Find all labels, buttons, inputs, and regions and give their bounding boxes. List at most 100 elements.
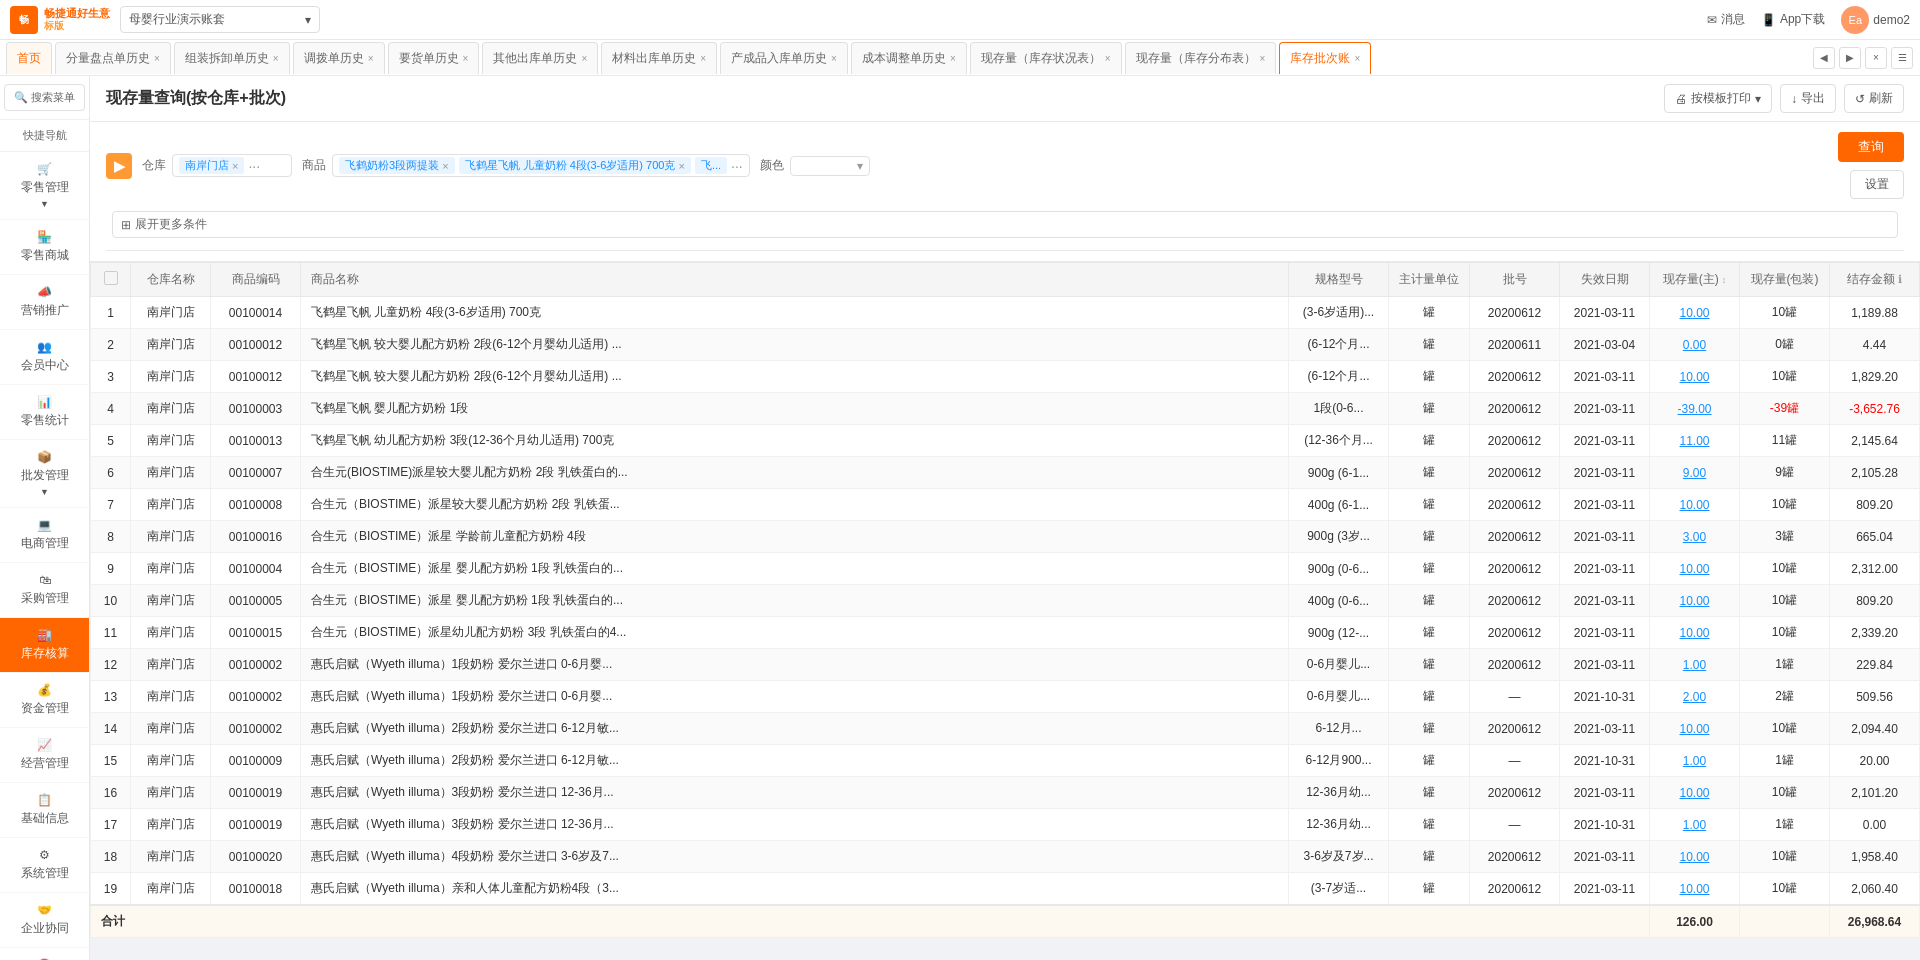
close-icon[interactable]: × xyxy=(831,53,837,64)
close-icon[interactable]: × xyxy=(1354,53,1360,64)
sidebar-item-sys-mgmt[interactable]: ⚙ 系统管理 xyxy=(0,838,89,893)
tab-home[interactable]: 首页 xyxy=(6,42,52,74)
sidebar-item-ecommerce[interactable]: 💻 电商管理 xyxy=(0,508,89,563)
table-row: 4南岸门店00100003飞鹤星飞帆 婴儿配方奶粉 1段1段(0-6...罐20… xyxy=(91,393,1920,425)
more-icon[interactable]: ··· xyxy=(248,158,260,174)
close-icon[interactable]: × xyxy=(273,53,279,64)
color-filter-input[interactable]: ▾ xyxy=(790,156,870,176)
td-stock-main[interactable]: 11.00 xyxy=(1650,425,1740,457)
td-stock-main[interactable]: 0.00 xyxy=(1650,329,1740,361)
chevron-down-icon: ▼ xyxy=(40,487,49,497)
close-icon[interactable]: × xyxy=(368,53,374,64)
close-icon[interactable]: × xyxy=(581,53,587,64)
td-stock-main[interactable]: 10.00 xyxy=(1650,617,1740,649)
tab-batch-ledger[interactable]: 库存批次账 × xyxy=(1279,42,1371,74)
quick-nav-btn[interactable]: 快捷导航 xyxy=(0,120,89,152)
td-warehouse: 南岸门店 xyxy=(131,329,211,361)
warehouse-filter-group: 仓库 南岸门店 × ··· xyxy=(142,154,292,177)
select-all-checkbox[interactable] xyxy=(104,271,118,285)
td-stock-main[interactable]: 9.00 xyxy=(1650,457,1740,489)
tab-split-inventory[interactable]: 分量盘点单历史 × xyxy=(55,42,171,74)
tab-disassemble[interactable]: 组装拆卸单历史 × xyxy=(174,42,290,74)
sidebar-item-basic-info[interactable]: 📋 基础信息 xyxy=(0,783,89,838)
info-icon[interactable]: ℹ xyxy=(1898,273,1902,286)
tab-product-in[interactable]: 产成品入库单历史 × xyxy=(720,42,848,74)
close-icon[interactable]: × xyxy=(950,53,956,64)
sidebar-item-new-guide[interactable]: 🎯 新手引导 xyxy=(0,948,89,960)
template-print-btn[interactable]: 🖨 按模板打印 ▾ xyxy=(1664,84,1772,113)
td-warehouse: 南岸门店 xyxy=(131,841,211,873)
close-icon[interactable]: × xyxy=(1105,53,1111,64)
tab-material-out[interactable]: 材料出库单历史 × xyxy=(601,42,717,74)
td-stock-main[interactable]: -39.00 xyxy=(1650,393,1740,425)
sidebar-item-retail-shop[interactable]: 🏪 零售商城 xyxy=(0,220,89,275)
sidebar-item-retail-mgmt[interactable]: 🛒 零售管理 ▼ xyxy=(0,152,89,220)
td-stock-main[interactable]: 10.00 xyxy=(1650,489,1740,521)
td-warehouse: 南岸门店 xyxy=(131,809,211,841)
warehouse-tag-close-icon[interactable]: × xyxy=(232,160,238,172)
sidebar-item-enterprise[interactable]: 🤝 企业协同 xyxy=(0,893,89,948)
close-icon[interactable]: × xyxy=(463,53,469,64)
tab-stock-status[interactable]: 现存量（库存状况表） × xyxy=(970,42,1122,74)
more-icon[interactable]: ··· xyxy=(731,158,743,174)
user-profile[interactable]: Ea demo2 xyxy=(1841,6,1910,34)
message-btn[interactable]: ✉ 消息 xyxy=(1707,11,1745,28)
td-balance: 509.56 xyxy=(1830,681,1920,713)
setting-btn[interactable]: 设置 xyxy=(1850,170,1904,199)
filter-toggle-btn[interactable]: ▶ xyxy=(106,153,132,179)
tab-close-all-btn[interactable]: × xyxy=(1865,47,1887,69)
sidebar-item-inventory[interactable]: 🏭 库存核算 xyxy=(0,618,89,673)
td-batch: 20200612 xyxy=(1470,649,1560,681)
sidebar-item-marketing[interactable]: 📣 营销推广 xyxy=(0,275,89,330)
export-btn[interactable]: ↓ 导出 xyxy=(1780,84,1836,113)
td-stock-main[interactable]: 10.00 xyxy=(1650,873,1740,906)
tab-menu-btn[interactable]: ☰ xyxy=(1891,47,1913,69)
refresh-btn[interactable]: ↺ 刷新 xyxy=(1844,84,1904,113)
td-stock-main[interactable]: 1.00 xyxy=(1650,745,1740,777)
td-stock-main[interactable]: 1.00 xyxy=(1650,649,1740,681)
app-download-btn[interactable]: 📱 App下载 xyxy=(1761,11,1825,28)
tab-transfer[interactable]: 调拨单历史 × xyxy=(293,42,385,74)
td-stock-main[interactable]: 3.00 xyxy=(1650,521,1740,553)
td-stock-main[interactable]: 10.00 xyxy=(1650,297,1740,329)
td-stock-main[interactable]: 10.00 xyxy=(1650,713,1740,745)
td-balance: -3,652.76 xyxy=(1830,393,1920,425)
close-icon[interactable]: × xyxy=(154,53,160,64)
sidebar-item-finance[interactable]: 💰 资金管理 xyxy=(0,673,89,728)
td-stock-main[interactable]: 1.00 xyxy=(1650,809,1740,841)
tab-other-out[interactable]: 其他出库单历史 × xyxy=(482,42,598,74)
search-menu-btn[interactable]: 🔍 搜索菜单 xyxy=(4,84,85,111)
query-btn[interactable]: 查询 xyxy=(1838,132,1904,162)
sidebar-item-ops-mgmt[interactable]: 📈 经营管理 xyxy=(0,728,89,783)
expand-more-btn[interactable]: ⊞ 展开更多条件 xyxy=(112,211,1898,238)
tab-stock-dist[interactable]: 现存量（库存分布表） × xyxy=(1125,42,1277,74)
product-tag-3: 飞... xyxy=(695,157,727,174)
close-icon[interactable]: × xyxy=(1260,53,1266,64)
td-stock-main[interactable]: 10.00 xyxy=(1650,361,1740,393)
tab-scroll-left-btn[interactable]: ◀ xyxy=(1813,47,1835,69)
tab-request[interactable]: 要货单历史 × xyxy=(388,42,480,74)
sidebar-item-member-center[interactable]: 👥 会员中心 xyxy=(0,330,89,385)
product-tag-2-close-icon[interactable]: × xyxy=(678,160,684,172)
td-stock-main[interactable]: 10.00 xyxy=(1650,585,1740,617)
td-warehouse: 南岸门店 xyxy=(131,297,211,329)
product-filter-input[interactable]: 飞鹤奶粉3段两提装 × 飞鹤星飞帆 儿童奶粉 4段(3-6岁适用) 700克 ×… xyxy=(332,154,750,177)
td-stock-main[interactable]: 10.00 xyxy=(1650,841,1740,873)
td-stock-main[interactable]: 10.00 xyxy=(1650,777,1740,809)
product-filter-label: 商品 xyxy=(302,157,326,174)
sidebar-item-wholesale-mgmt[interactable]: 📦 批发管理 ▼ xyxy=(0,440,89,508)
close-icon[interactable]: × xyxy=(700,53,706,64)
td-stock-main[interactable]: 10.00 xyxy=(1650,553,1740,585)
warehouse-filter-input[interactable]: 南岸门店 × ··· xyxy=(172,154,292,177)
tab-cost-adjust[interactable]: 成本调整单历史 × xyxy=(851,42,967,74)
tab-scroll-right-btn[interactable]: ▶ xyxy=(1839,47,1861,69)
td-code: 00100002 xyxy=(211,713,301,745)
td-unit: 罐 xyxy=(1389,809,1470,841)
product-tag-1-close-icon[interactable]: × xyxy=(442,160,448,172)
sidebar-item-purchase[interactable]: 🛍 采购管理 xyxy=(0,563,89,618)
workspace-selector[interactable]: 母婴行业演示账套 ▾ xyxy=(120,6,320,33)
td-expire: 2021-03-11 xyxy=(1560,297,1650,329)
td-stock-main[interactable]: 2.00 xyxy=(1650,681,1740,713)
sidebar-item-retail-stats[interactable]: 📊 零售统计 xyxy=(0,385,89,440)
refresh-icon: ↺ xyxy=(1855,92,1865,106)
